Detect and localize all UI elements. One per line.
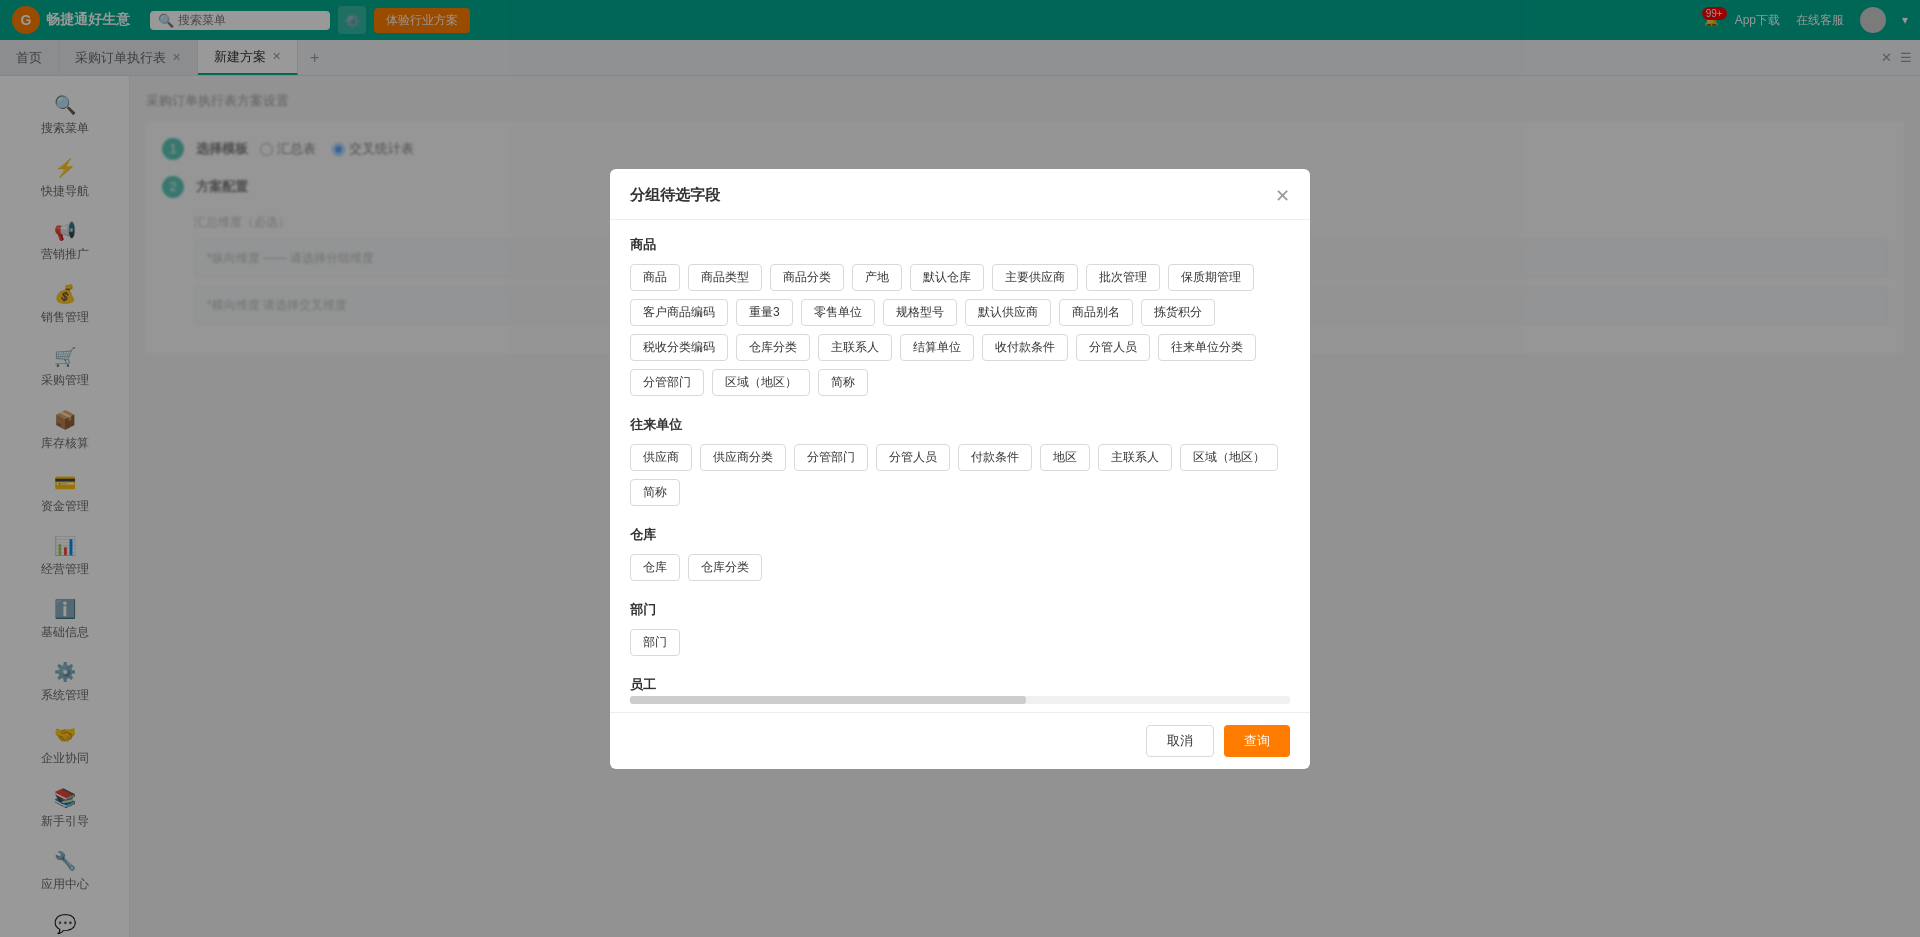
field-grid-部门: 部门 <box>630 629 1290 656</box>
confirm-button[interactable]: 查询 <box>1224 725 1290 757</box>
field-tag[interactable]: 分管人员 <box>1076 334 1150 361</box>
section-title-商品: 商品 <box>630 236 1290 254</box>
field-tag[interactable]: 收付款条件 <box>982 334 1068 361</box>
field-tag[interactable]: 主要供应商 <box>992 264 1078 291</box>
modal-overlay: 分组待选字段 ✕ 商品商品商品类型商品分类产地默认仓库主要供应商批次管理保质期管… <box>0 0 1920 937</box>
section-title-部门: 部门 <box>630 601 1290 619</box>
field-tag[interactable]: 主联系人 <box>1098 444 1172 471</box>
field-section-商品: 商品商品商品类型商品分类产地默认仓库主要供应商批次管理保质期管理客户商品编码重量… <box>630 236 1290 396</box>
field-grid-商品: 商品商品类型商品分类产地默认仓库主要供应商批次管理保质期管理客户商品编码重量3 零… <box>630 264 1290 396</box>
field-tag[interactable]: 商品 <box>630 264 680 291</box>
field-tag[interactable]: 商品类型 <box>688 264 762 291</box>
field-tag[interactable]: 仓库分类 <box>736 334 810 361</box>
section-title-仓库: 仓库 <box>630 526 1290 544</box>
section-title-往来单位: 往来单位 <box>630 416 1290 434</box>
section-title-员工: 员工 <box>630 676 1290 694</box>
field-tag[interactable]: 客户商品编码 <box>630 299 728 326</box>
modal-hscroll-thumb <box>630 696 1026 703</box>
field-tag[interactable]: 拣货积分 <box>1141 299 1215 326</box>
modal-header: 分组待选字段 ✕ <box>610 169 1310 220</box>
field-tag[interactable]: 付款条件 <box>958 444 1032 471</box>
field-tag[interactable]: 商品分类 <box>770 264 844 291</box>
field-section-仓库: 仓库仓库仓库分类 <box>630 526 1290 581</box>
modal-footer: 取消 查询 <box>610 712 1310 769</box>
field-tag[interactable]: 区域（地区） <box>1180 444 1278 471</box>
field-tag[interactable]: 往来单位分类 <box>1158 334 1256 361</box>
cancel-button[interactable]: 取消 <box>1146 725 1214 757</box>
field-tag[interactable]: 税收分类编码 <box>630 334 728 361</box>
field-tag[interactable]: 默认仓库 <box>910 264 984 291</box>
field-tag[interactable]: 部门 <box>630 629 680 656</box>
field-tag[interactable]: 批次管理 <box>1086 264 1160 291</box>
field-tag[interactable]: 供应商分类 <box>700 444 786 471</box>
field-tag[interactable]: 商品别名 <box>1059 299 1133 326</box>
field-tag[interactable]: 区域（地区） <box>712 369 810 396</box>
field-tag[interactable]: 重量3 <box>736 299 793 326</box>
field-tag[interactable]: 分管部门 <box>794 444 868 471</box>
field-select-modal: 分组待选字段 ✕ 商品商品商品类型商品分类产地默认仓库主要供应商批次管理保质期管… <box>610 169 1310 769</box>
field-grid-仓库: 仓库仓库分类 <box>630 554 1290 581</box>
modal-title: 分组待选字段 <box>630 186 720 205</box>
field-tag[interactable]: 分管部门 <box>630 369 704 396</box>
field-tag[interactable]: 简称 <box>818 369 868 396</box>
field-tag[interactable]: 默认供应商 <box>965 299 1051 326</box>
field-tag[interactable]: 分管人员 <box>876 444 950 471</box>
field-tag[interactable]: 供应商 <box>630 444 692 471</box>
field-section-员工: 员工业务员 <box>630 676 1290 697</box>
field-tag[interactable]: 仓库 <box>630 554 680 581</box>
field-section-部门: 部门部门 <box>630 601 1290 656</box>
modal-horizontal-scrollbar[interactable] <box>630 696 1290 703</box>
field-grid-往来单位: 供应商供应商分类分管部门分管人员付款条件地区主联系人区域（地区） 简称 <box>630 444 1290 506</box>
field-tag[interactable]: 产地 <box>852 264 902 291</box>
field-tag[interactable]: 主联系人 <box>818 334 892 361</box>
field-tag[interactable]: 零售单位 <box>801 299 875 326</box>
field-section-往来单位: 往来单位供应商供应商分类分管部门分管人员付款条件地区主联系人区域（地区） 简称 <box>630 416 1290 506</box>
field-tag[interactable]: 仓库分类 <box>688 554 762 581</box>
field-tag[interactable]: 简称 <box>630 479 680 506</box>
modal-close-button[interactable]: ✕ <box>1275 185 1290 207</box>
field-tag[interactable]: 结算单位 <box>900 334 974 361</box>
field-tag[interactable]: 地区 <box>1040 444 1090 471</box>
field-tag[interactable]: 规格型号 <box>883 299 957 326</box>
field-tag[interactable]: 保质期管理 <box>1168 264 1254 291</box>
modal-body: 商品商品商品类型商品分类产地默认仓库主要供应商批次管理保质期管理客户商品编码重量… <box>610 220 1310 697</box>
